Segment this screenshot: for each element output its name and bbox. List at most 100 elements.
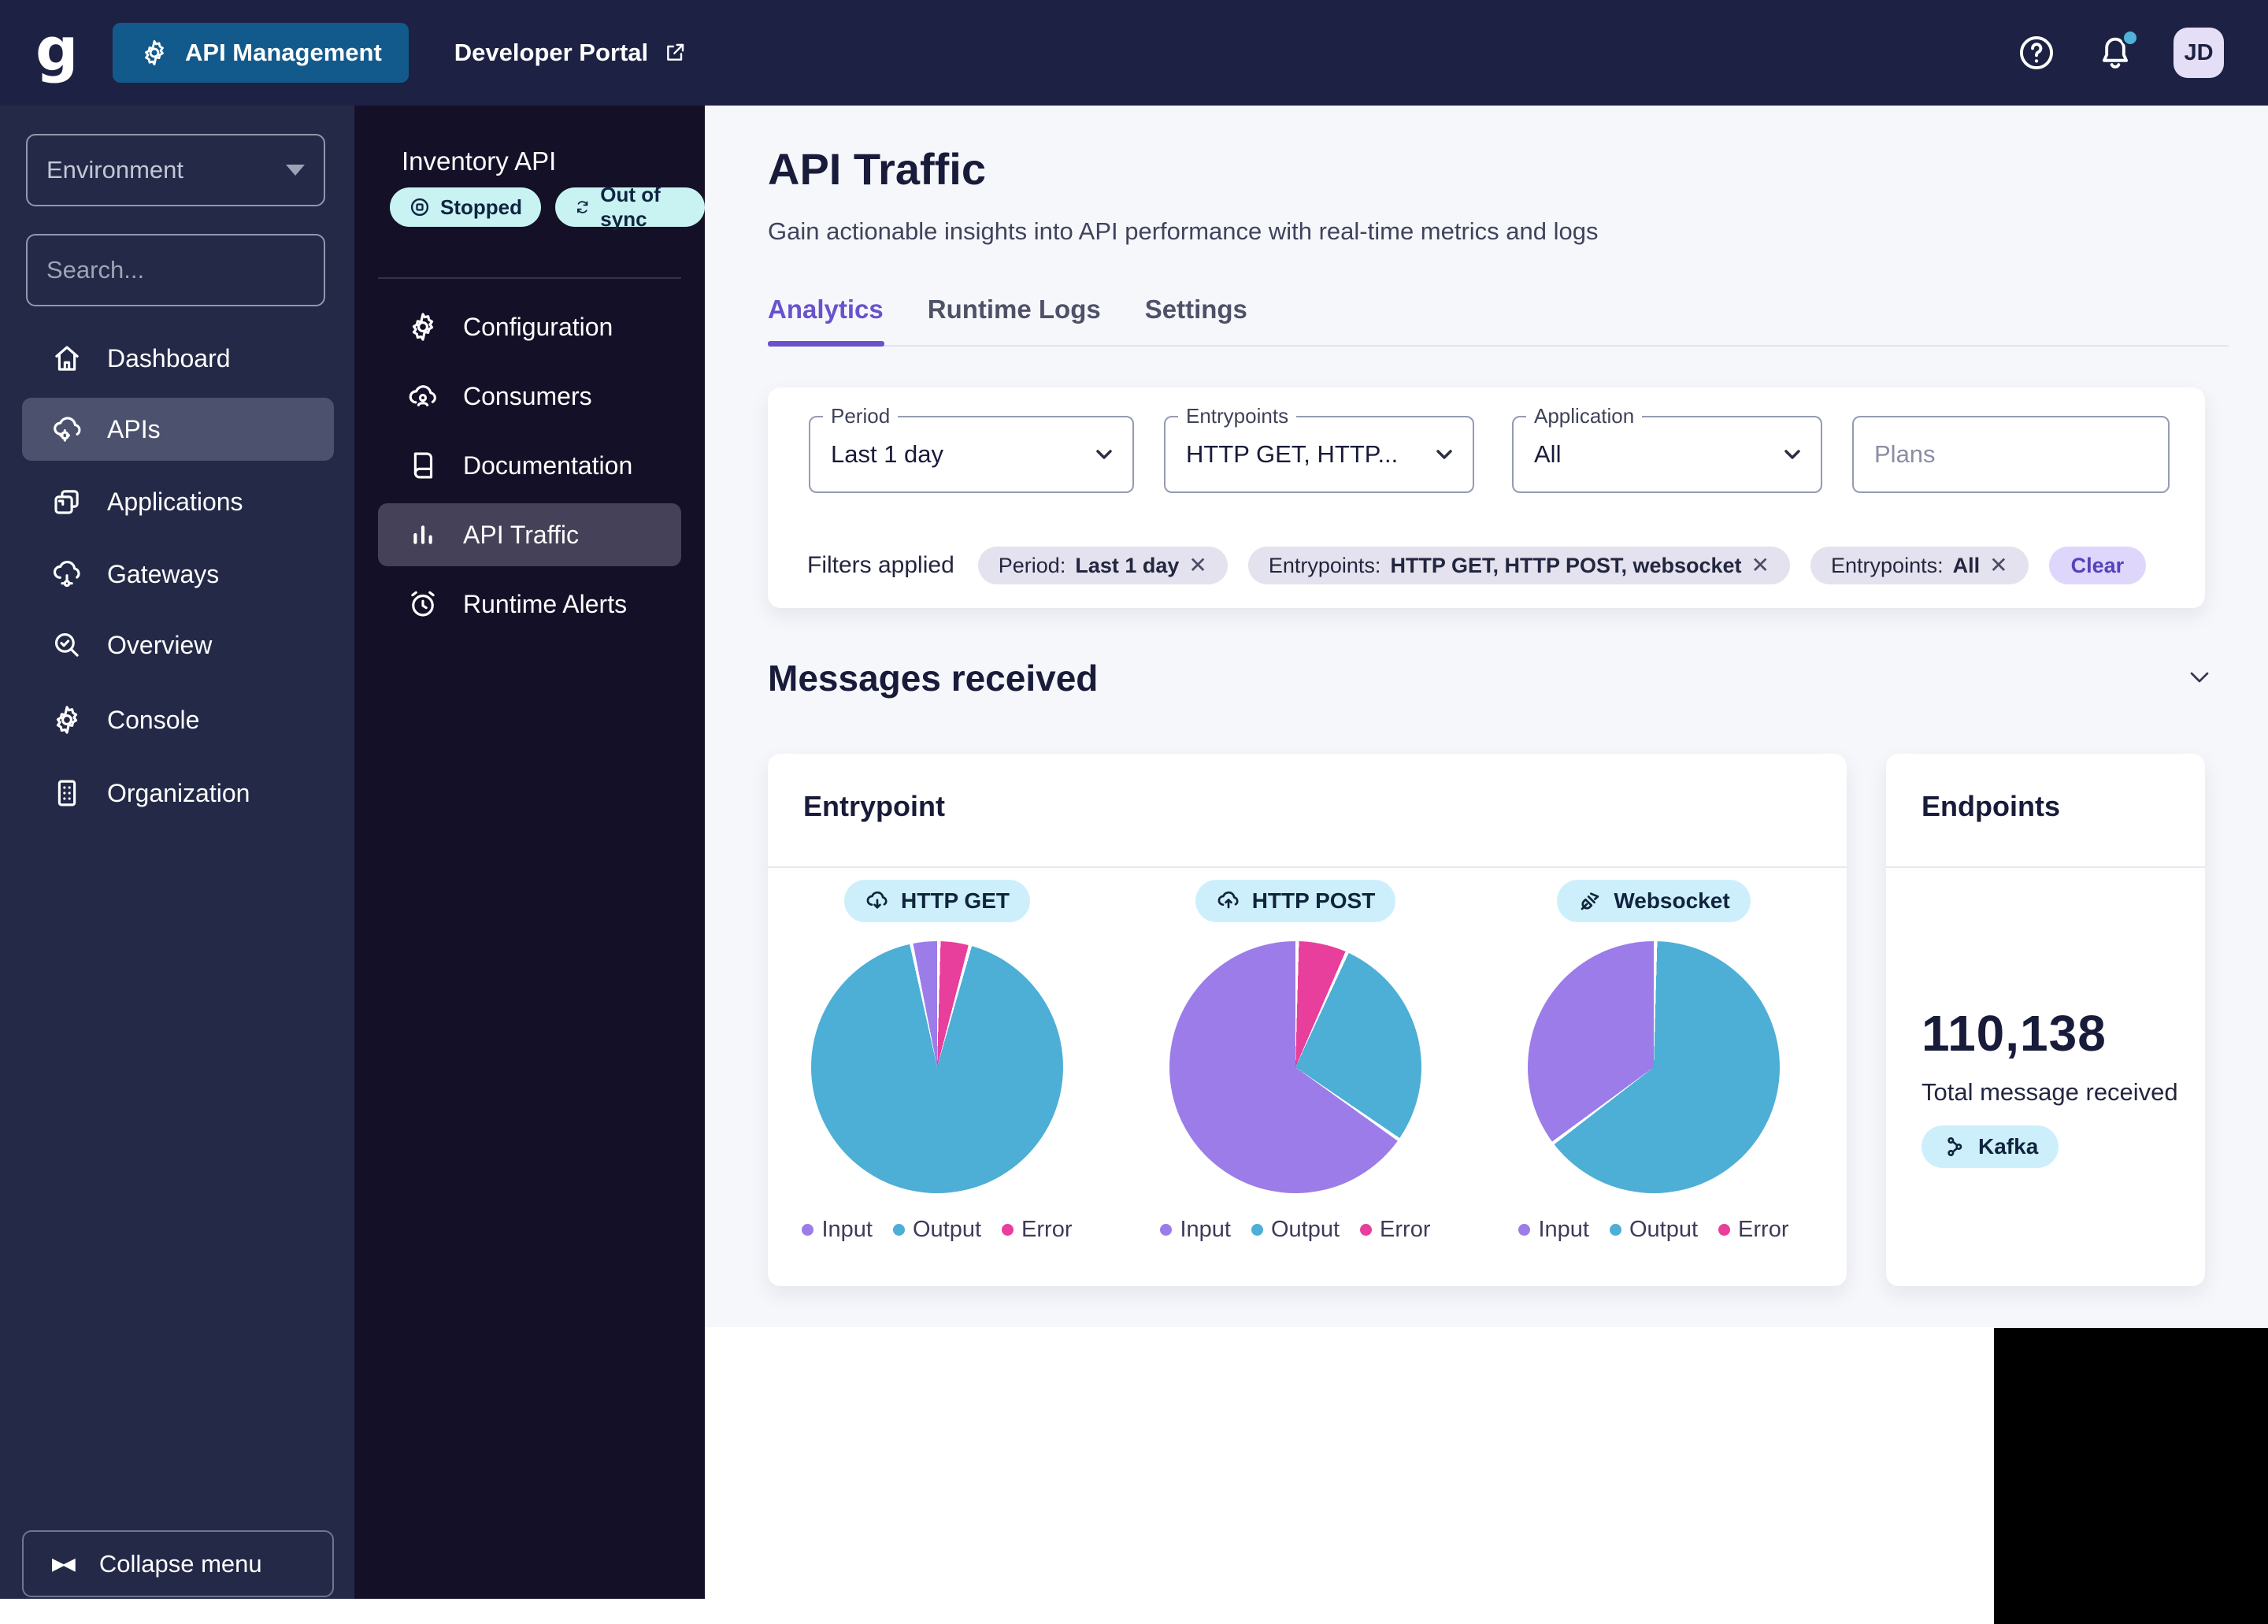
tab-settings[interactable]: Settings [1145,295,1247,324]
clear-filters-button[interactable]: Clear [2048,547,2147,584]
api-sidebar-item-label: Configuration [463,312,613,341]
tab-bar: Analytics Runtime Logs Settings [768,295,1247,324]
legend-dot [1718,1224,1731,1236]
gravitee-logo[interactable]: g [35,20,91,80]
entrypoints-select-value: HTTP GET, HTTP... [1186,440,1399,468]
tab-divider [768,345,2229,347]
filter-chip-period[interactable]: Period: Last 1 day ✕ [977,547,1228,584]
chevron-down-icon [1780,442,1805,467]
cloud-node-icon [50,558,83,591]
plans-field-placeholder: Plans [1874,440,1936,468]
api-sidebar-item-runtime-alerts[interactable]: Runtime Alerts [378,573,681,636]
sync-icon [574,196,591,218]
kafka-chip: Kafka [1922,1125,2059,1168]
chevron-down-icon [1091,442,1117,467]
entrypoint-card: Entrypoint HTTP GET Input Output Error H… [768,754,1847,1286]
gear-icon [139,38,169,68]
cloud-gear-icon [50,413,83,446]
filter-chip-entrypoints[interactable]: Entrypoints: HTTP GET, HTTP POST, websoc… [1247,547,1791,584]
building-icon [50,777,83,810]
endpoints-card-title: Endpoints [1922,790,2060,822]
sidebar-item-overview[interactable]: Overview [22,614,334,677]
alarm-clock-icon [406,588,439,621]
help-icon[interactable] [2016,32,2057,73]
sidebar-item-apis[interactable]: APIs [22,398,334,461]
search-input[interactable] [46,256,361,284]
legend-dot [802,1224,814,1236]
filter-chip-prefix: Entrypoints: [1268,553,1381,577]
total-messages-value: 110,138 [1922,1005,2107,1062]
api-sidebar-item-label: Documentation [463,450,633,480]
sidebar-item-label: Gateways [107,559,220,588]
tab-runtime-logs[interactable]: Runtime Logs [928,295,1101,324]
filter-chip-entrypoints-all[interactable]: Entrypoints: All ✕ [1810,547,2029,584]
period-select[interactable]: Period Last 1 day [809,404,1134,493]
legend-item-error: Error [1002,1217,1073,1243]
status-badge-label: Stopped [440,195,522,219]
environment-select[interactable]: Environment [26,134,325,206]
top-bar: g API Management Developer Portal JD [0,0,2268,106]
legend-item-output: Output [892,1217,981,1243]
api-sidebar-item-label: Runtime Alerts [463,589,628,618]
close-icon[interactable]: ✕ [1188,554,1206,577]
developer-portal-link[interactable]: Developer Portal [454,39,687,67]
bar-chart-icon [406,518,439,551]
status-badge-label: Out of sync [600,183,661,231]
api-sidebar-item-api-traffic[interactable]: API Traffic [378,503,681,566]
notifications-bell-icon[interactable] [2095,29,2139,73]
divider [1886,866,2205,868]
api-management-button[interactable]: API Management [113,23,409,83]
http-get-chip: HTTP GET [844,880,1030,922]
cloud-upload-icon [1216,888,1241,914]
search-check-icon [50,628,83,662]
filter-chip-prefix: Entrypoints: [1831,553,1944,577]
sidebar-item-label: APIs [107,414,161,443]
api-sidebar-item-consumers[interactable]: Consumers [378,365,681,428]
page-subtitle: Gain actionable insights into API perfor… [768,217,1599,245]
pie-column-websocket: Websocket Input Output Error [1496,880,1811,1242]
close-icon[interactable]: ✕ [1751,554,1770,577]
api-sidebar-item-label: Consumers [463,381,592,410]
entrypoints-select-label: Entrypoints [1178,404,1297,428]
entrypoints-select[interactable]: Entrypoints HTTP GET, HTTP... [1164,404,1474,493]
legend-item-error: Error [1718,1217,1789,1243]
legend-dot [1160,1224,1173,1236]
websocket-chip-label: Websocket [1614,888,1730,913]
plans-field[interactable]: Plans [1852,416,2170,493]
sidebar-search [26,234,377,306]
sidebar-item-organization[interactable]: Organization [22,762,334,825]
legend-label: Output [1629,1217,1699,1242]
api-sidebar-item-documentation[interactable]: Documentation [378,434,681,497]
endpoints-card: Endpoints 110,138 Total message received… [1886,754,2205,1286]
application-select[interactable]: Application All [1512,404,1822,493]
divider [768,866,1847,868]
sidebar-item-dashboard[interactable]: Dashboard [22,327,334,390]
close-icon[interactable]: ✕ [1989,554,2007,577]
api-management-label: API Management [185,39,382,66]
filter-chip-prefix: Period: [998,553,1066,577]
environment-select-label: Environment [46,156,184,184]
legend-dot [1002,1224,1014,1236]
sidebar-item-console[interactable]: Console [22,688,334,751]
screen-cutout [1994,1328,2268,1624]
tab-analytics[interactable]: Analytics [768,295,884,324]
legend-label: Error [1021,1217,1073,1242]
websocket-chip: Websocket [1557,880,1751,922]
collapse-icon: ▶◀ [52,1553,76,1574]
collapse-section-chevron-icon[interactable] [2184,662,2215,693]
collapse-menu-button[interactable]: ▶◀ Collapse menu [22,1530,334,1597]
sidebar-item-applications[interactable]: Applications [22,470,334,533]
pie-legend: Input Output Error [780,1217,1095,1243]
legend-item-output: Output [1251,1217,1340,1243]
filters-card: Period Last 1 day Entrypoints HTTP GET, … [768,387,2205,608]
caret-down-icon [286,165,305,176]
legend-item-input: Input [1160,1217,1231,1243]
pie-column-http-get: HTTP GET Input Output Error [780,880,1095,1242]
sidebar-item-gateways[interactable]: Gateways [22,543,334,606]
pie-chart-http-get [811,941,1063,1193]
cloud-person-icon [406,380,439,413]
websocket-icon [1577,888,1603,914]
api-sidebar-item-configuration[interactable]: Configuration [378,295,681,358]
user-avatar[interactable]: JD [2174,28,2224,78]
home-icon [50,342,83,375]
